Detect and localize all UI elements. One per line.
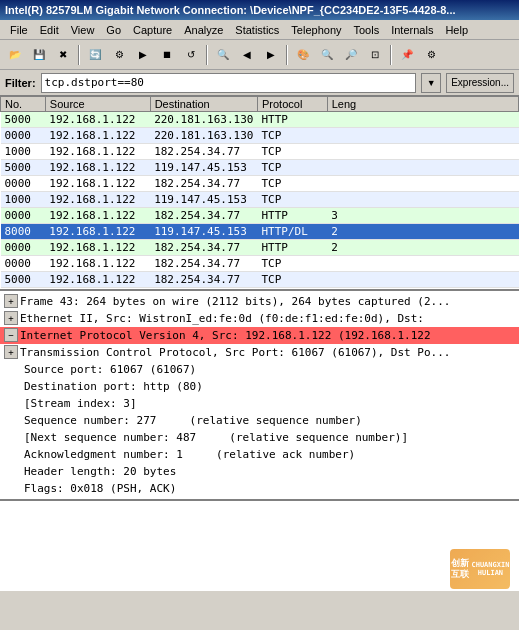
menu-tools[interactable]: Tools	[348, 23, 386, 37]
detail-tcp[interactable]: + Transmission Control Protocol, Src Por…	[0, 344, 519, 361]
detail-tcp-expander[interactable]: +	[4, 345, 18, 359]
detail-sub-stream: [Stream index: 3]	[0, 395, 519, 412]
detail-sub-flags: Flags: 0x018 (PSH, ACK)	[0, 480, 519, 497]
filter-dropdown-btn[interactable]: ▼	[421, 73, 441, 93]
filter-bar: Filter: ▼ Expression...	[0, 70, 519, 96]
col-header-no[interactable]: No.	[1, 97, 46, 112]
menu-statistics[interactable]: Statistics	[229, 23, 285, 37]
menu-view[interactable]: View	[65, 23, 101, 37]
detail-tcp-text: Transmission Control Protocol, Src Port:…	[20, 345, 515, 360]
detail-ethernet-expander[interactable]: +	[4, 311, 18, 325]
table-row[interactable]: 5000192.168.1.122220.181.163.130HTTP	[1, 112, 519, 128]
menu-file[interactable]: File	[4, 23, 34, 37]
packet-list-wrapper: No. Source Destination Protocol Leng 500…	[0, 96, 519, 291]
toolbar-zoom-normal-btn[interactable]: ⊡	[364, 44, 386, 66]
toolbar-sep-4	[390, 45, 392, 65]
toolbar-sep-1	[78, 45, 80, 65]
toolbar-restart-btn[interactable]: ↺	[180, 44, 202, 66]
toolbar-mark-btn[interactable]: 📌	[396, 44, 418, 66]
toolbar-reload-btn[interactable]: 🔄	[84, 44, 106, 66]
filter-input[interactable]	[41, 73, 417, 93]
toolbar-zoom-in-btn[interactable]: 🔍	[316, 44, 338, 66]
toolbar-start-btn[interactable]: ▶	[132, 44, 154, 66]
watermark-line1: 创新互联	[450, 558, 471, 580]
detail-ip-expander[interactable]: −	[4, 328, 18, 342]
toolbar: 📂 💾 ✖ 🔄 ⚙ ▶ ⏹ ↺ 🔍 ◀ ▶ 🎨 🔍 🔎 ⊡ 📌 ⚙	[0, 40, 519, 70]
detail-panel: + Frame 43: 264 bytes on wire (2112 bits…	[0, 291, 519, 501]
menu-telephony[interactable]: Telephony	[285, 23, 347, 37]
table-row[interactable]: 5000192.168.1.122182.254.34.77TCP	[1, 272, 519, 288]
toolbar-settings-btn[interactable]: ⚙	[420, 44, 442, 66]
toolbar-colorize-btn[interactable]: 🎨	[292, 44, 314, 66]
table-row[interactable]: 0000192.168.1.122182.254.34.77HTTP3	[1, 208, 519, 224]
detail-ethernet[interactable]: + Ethernet II, Src: WistronI_ed:fe:0d (f…	[0, 310, 519, 327]
detail-ip[interactable]: − Internet Protocol Version 4, Src: 192.…	[0, 327, 519, 344]
detail-sub-nextseq: [Next sequence number: 487 (relative seq…	[0, 429, 519, 446]
table-row[interactable]: 8000192.168.1.122119.147.45.153HTTP/DL2	[1, 224, 519, 240]
title-text: Intel(R) 82579LM Gigabit Network Connect…	[5, 4, 456, 16]
menu-go[interactable]: Go	[100, 23, 127, 37]
col-header-length[interactable]: Leng	[327, 97, 518, 112]
col-header-protocol[interactable]: Protocol	[257, 97, 327, 112]
detail-sub-seqnum: Sequence number: 277 (relative sequence …	[0, 412, 519, 429]
toolbar-close-btn[interactable]: ✖	[52, 44, 74, 66]
detail-ip-text: Internet Protocol Version 4, Src: 192.16…	[20, 328, 515, 343]
menu-bar: File Edit View Go Capture Analyze Statis…	[0, 20, 519, 40]
table-row[interactable]: 1000192.168.1.122182.254.34.77TCP	[1, 144, 519, 160]
toolbar-find-btn[interactable]: 🔍	[212, 44, 234, 66]
watermark-logo: 创新互联 CHUANGXIN HULIAN	[450, 549, 510, 589]
toolbar-zoom-out-btn[interactable]: 🔎	[340, 44, 362, 66]
detail-sub-srcport: Source port: 61067 (61067)	[0, 361, 519, 378]
menu-help[interactable]: Help	[439, 23, 474, 37]
col-header-destination[interactable]: Destination	[150, 97, 257, 112]
toolbar-open-btn[interactable]: 📂	[4, 44, 26, 66]
menu-edit[interactable]: Edit	[34, 23, 65, 37]
filter-expression-btn[interactable]: Expression...	[446, 73, 514, 93]
table-row[interactable]: 0000192.168.1.122182.254.34.77HTTP2	[1, 240, 519, 256]
table-row[interactable]: 0000192.168.1.122182.254.34.77TCP	[1, 256, 519, 272]
detail-sub-dstport: Destination port: http (80)	[0, 378, 519, 395]
toolbar-sep-2	[206, 45, 208, 65]
table-row[interactable]: 0000192.168.1.122220.181.163.130TCP	[1, 128, 519, 144]
table-row[interactable]: 0000192.168.1.122182.254.34.77TCP	[1, 176, 519, 192]
detail-frame[interactable]: + Frame 43: 264 bytes on wire (2112 bits…	[0, 293, 519, 310]
menu-internals[interactable]: Internals	[385, 23, 439, 37]
filter-label: Filter:	[5, 77, 36, 89]
detail-frame-text: Frame 43: 264 bytes on wire (2112 bits),…	[20, 294, 515, 309]
watermark: 创新互联 CHUANGXIN HULIAN	[450, 549, 510, 589]
watermark-line2: CHUANGXIN HULIAN	[471, 561, 510, 578]
detail-ethernet-text: Ethernet II, Src: WistronI_ed:fe:0d (f0:…	[20, 311, 515, 326]
menu-capture[interactable]: Capture	[127, 23, 178, 37]
toolbar-prev-btn[interactable]: ◀	[236, 44, 258, 66]
table-row[interactable]: 5000192.168.1.122119.147.45.153TCP	[1, 160, 519, 176]
detail-sub-hdrlen: Header length: 20 bytes	[0, 463, 519, 480]
col-header-source[interactable]: Source	[45, 97, 150, 112]
toolbar-stop-btn[interactable]: ⏹	[156, 44, 178, 66]
menu-analyze[interactable]: Analyze	[178, 23, 229, 37]
title-bar: Intel(R) 82579LM Gigabit Network Connect…	[0, 0, 519, 20]
toolbar-sep-3	[286, 45, 288, 65]
hex-panel: 创新互联 CHUANGXIN HULIAN	[0, 501, 519, 591]
table-row[interactable]: 1000192.168.1.122119.147.45.153TCP	[1, 192, 519, 208]
packet-list-table: No. Source Destination Protocol Leng 500…	[0, 96, 519, 291]
toolbar-save-btn[interactable]: 💾	[28, 44, 50, 66]
detail-sub-ack: Acknowledgment number: 1 (relative ack n…	[0, 446, 519, 463]
toolbar-capture-opts-btn[interactable]: ⚙	[108, 44, 130, 66]
detail-frame-expander[interactable]: +	[4, 294, 18, 308]
toolbar-next-btn[interactable]: ▶	[260, 44, 282, 66]
table-header-row: No. Source Destination Protocol Leng	[1, 97, 519, 112]
